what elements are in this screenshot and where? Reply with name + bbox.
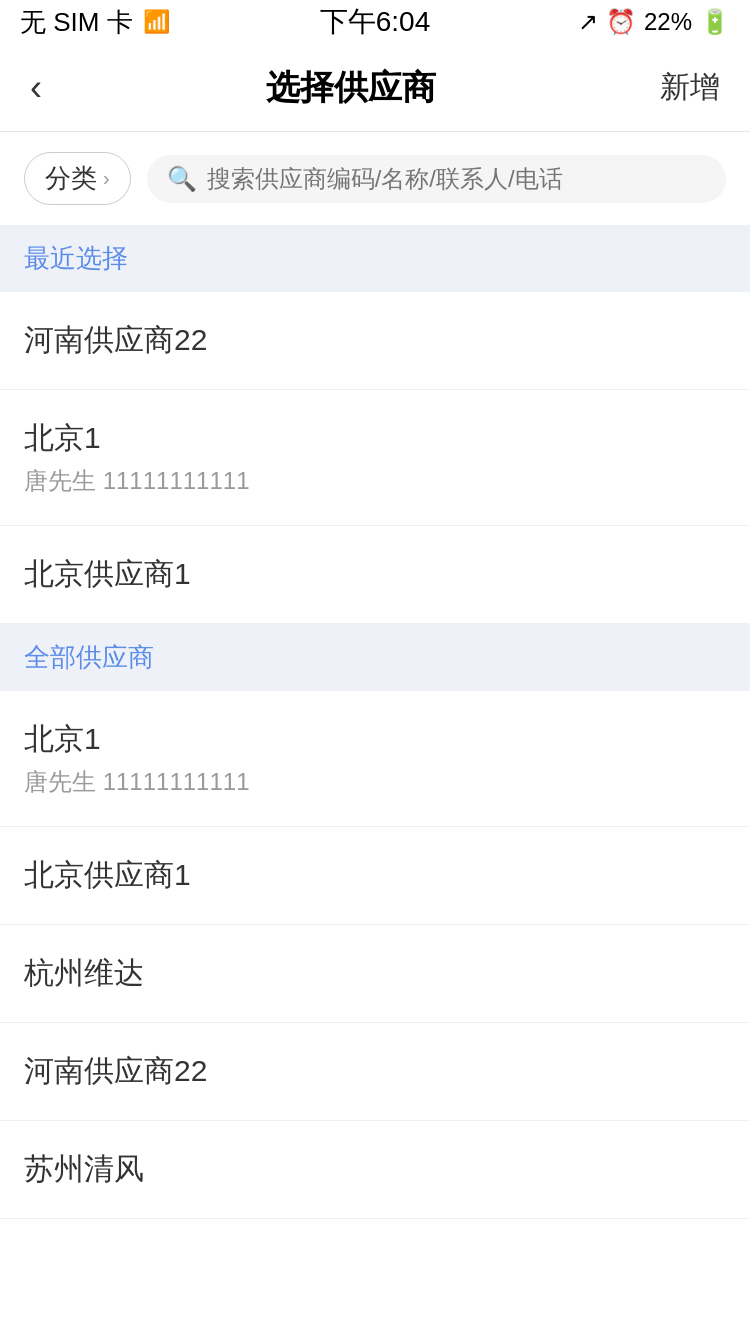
- all-list: 北京1 唐先生 11111111111 北京供应商1 杭州维达河南供应商22 苏州清风: [0, 691, 750, 1219]
- category-button[interactable]: 分类 ›: [24, 152, 131, 205]
- status-left: 无 SIM 卡 📶: [20, 5, 170, 40]
- item-name: 河南供应商22: [24, 320, 726, 361]
- back-button[interactable]: ‹: [30, 70, 42, 106]
- list-item[interactable]: 河南供应商22: [0, 292, 750, 390]
- item-name: 杭州维达: [24, 953, 726, 994]
- all-section-header: 全部供应商: [0, 624, 750, 691]
- wifi-icon: 📶: [143, 9, 170, 35]
- recent-list: 河南供应商22 北京1 唐先生 11111111111 北京供应商1: [0, 292, 750, 624]
- list-item[interactable]: 北京供应商1: [0, 526, 750, 624]
- location-icon: ↗: [578, 8, 598, 36]
- search-input[interactable]: [207, 165, 706, 193]
- alarm-icon: ⏰: [606, 8, 636, 36]
- item-name: 北京供应商1: [24, 554, 726, 595]
- list-item[interactable]: 北京供应商1: [0, 827, 750, 925]
- item-name: 苏州清风: [24, 1149, 726, 1190]
- battery-icon: 🔋: [700, 8, 730, 36]
- chevron-icon: ›: [103, 167, 110, 190]
- item-name: 河南供应商22: [24, 1051, 726, 1092]
- nav-bar: ‹ 选择供应商 新增: [0, 44, 750, 132]
- list-item[interactable]: 河南供应商22: [0, 1023, 750, 1121]
- list-item[interactable]: 苏州清风: [0, 1121, 750, 1219]
- list-item[interactable]: 杭州维达: [0, 925, 750, 1023]
- list-item[interactable]: 北京1 唐先生 11111111111: [0, 691, 750, 827]
- category-label: 分类: [45, 161, 97, 196]
- status-time: 下午6:04: [320, 3, 431, 41]
- recent-section-header: 最近选择: [0, 225, 750, 292]
- item-name: 北京1: [24, 719, 726, 760]
- status-bar: 无 SIM 卡 📶 下午6:04 ↗ ⏰ 22% 🔋: [0, 0, 750, 44]
- item-name: 北京1: [24, 418, 726, 459]
- item-sub: 唐先生 11111111111: [24, 465, 726, 497]
- no-sim-text: 无 SIM 卡: [20, 5, 133, 40]
- filter-bar: 分类 › 🔍: [0, 132, 750, 225]
- item-sub: 唐先生 11111111111: [24, 766, 726, 798]
- battery-text: 22%: [644, 8, 692, 36]
- item-name: 北京供应商1: [24, 855, 726, 896]
- add-button[interactable]: 新增: [660, 67, 720, 108]
- page-title: 选择供应商: [266, 65, 436, 111]
- search-icon: 🔍: [167, 165, 197, 193]
- list-item[interactable]: 北京1 唐先生 11111111111: [0, 390, 750, 526]
- search-box: 🔍: [147, 155, 726, 203]
- status-right: ↗ ⏰ 22% 🔋: [578, 8, 730, 36]
